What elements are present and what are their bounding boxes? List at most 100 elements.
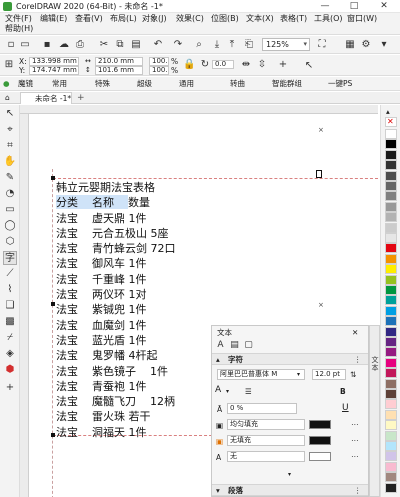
outline-color-swatch[interactable]: [309, 452, 331, 461]
fill-icon[interactable]: ▣: [216, 421, 223, 430]
scale-width-field[interactable]: 100.0: [149, 57, 169, 66]
color-swatch[interactable]: [385, 451, 397, 462]
menu-object[interactable]: 对象(J): [142, 14, 167, 24]
color-swatch[interactable]: [385, 472, 397, 483]
rectangle-tool-icon[interactable]: ▭: [3, 203, 17, 217]
background-fill-icon[interactable]: ▣: [216, 437, 223, 446]
color-swatch[interactable]: [385, 347, 397, 358]
color-swatch[interactable]: [385, 399, 397, 410]
text-line[interactable]: 法宝 元合五极山 5座: [56, 226, 256, 241]
menu-tools[interactable]: 工具(O): [314, 14, 343, 24]
smart-fill-icon[interactable]: ⬢: [3, 363, 17, 377]
color-swatch[interactable]: [385, 368, 397, 379]
color-swatch[interactable]: [385, 274, 397, 285]
color-swatch[interactable]: [385, 389, 397, 399]
menu-layout[interactable]: 布局(L): [110, 14, 137, 24]
add-icon[interactable]: +: [277, 59, 289, 71]
launch-icon[interactable]: ▾: [378, 39, 390, 51]
scale-height-field[interactable]: 100.0: [149, 66, 169, 75]
height-field[interactable]: 101.6 mm: [95, 66, 143, 75]
color-swatch[interactable]: [385, 191, 397, 202]
color-swatch[interactable]: [385, 482, 397, 493]
color-swatch[interactable]: [385, 170, 397, 181]
add-tool-icon[interactable]: +: [3, 381, 17, 395]
fill-type-select[interactable]: 均匀填充: [227, 419, 305, 430]
shape-tool-icon[interactable]: ⌖: [3, 123, 17, 137]
options-icon[interactable]: ⚙: [360, 39, 372, 51]
horizontal-ruler[interactable]: [20, 105, 378, 114]
font-size-stepper-icon[interactable]: ⇅: [350, 370, 356, 379]
menu-file[interactable]: 文件(F): [5, 14, 32, 24]
color-swatch[interactable]: [385, 139, 397, 150]
color-swatch[interactable]: [385, 337, 397, 347]
color-swatch[interactable]: [385, 181, 397, 191]
pdf-icon[interactable]: ⎗: [243, 39, 255, 51]
color-swatch[interactable]: [385, 430, 397, 441]
object-origin-icon[interactable]: ⊞: [3, 59, 15, 71]
copy-icon[interactable]: ⧉: [114, 39, 126, 51]
plugin-common[interactable]: 常用: [52, 79, 67, 89]
paragraph-menu-icon[interactable]: ⋮: [354, 486, 362, 495]
save-icon[interactable]: ▪: [41, 39, 53, 51]
color-swatch[interactable]: [385, 222, 397, 233]
font-style-chevron-icon[interactable]: ▾: [226, 387, 229, 396]
table-header-row[interactable]: 分类 名称 数量: [56, 195, 256, 210]
color-swatch[interactable]: [385, 316, 397, 327]
interactive-fill-icon[interactable]: ◈: [3, 347, 17, 361]
docker-side-tab[interactable]: 文本: [369, 325, 380, 497]
vertical-ruler[interactable]: [20, 114, 29, 497]
color-swatch[interactable]: [385, 357, 397, 368]
color-swatch[interactable]: [385, 201, 397, 212]
color-swatch[interactable]: [385, 305, 397, 316]
undo-icon[interactable]: ↶: [152, 39, 164, 51]
color-swatch[interactable]: [385, 295, 397, 306]
expand-chevron-icon[interactable]: ▾: [288, 470, 291, 479]
color-swatch[interactable]: [385, 461, 397, 472]
frame-icon[interactable]: ▢: [243, 340, 254, 351]
full-screen-icon[interactable]: ⛶: [316, 39, 328, 51]
font-list-icon[interactable]: ☰: [245, 387, 252, 396]
menu-bitmaps[interactable]: 位图(B): [211, 14, 239, 24]
transparency-tool-icon[interactable]: ▩: [3, 315, 17, 329]
text-line[interactable]: 法宝 千重峰 1件: [56, 272, 256, 287]
plugin-general[interactable]: 通用: [179, 79, 194, 89]
text-line[interactable]: 法宝 虚天鼎 1件: [56, 211, 256, 226]
character-section-header[interactable]: ▴ 字符 ⋮: [212, 353, 368, 365]
text-line[interactable]: 法宝 御风车 1件: [56, 256, 256, 271]
docker-close-icon[interactable]: ✕: [352, 328, 358, 337]
crop-tool-icon[interactable]: ⌗: [3, 139, 17, 153]
bold-icon[interactable]: B: [340, 387, 346, 396]
redo-icon[interactable]: ↷: [172, 39, 184, 51]
color-swatch[interactable]: [385, 409, 397, 420]
x-position-field[interactable]: 133.998 mm: [29, 57, 79, 66]
character-icon[interactable]: A: [215, 340, 226, 351]
outline-width-select[interactable]: 无: [227, 451, 305, 462]
home-icon[interactable]: ⌂: [5, 93, 10, 102]
text-line[interactable]: 法宝 青竹蜂云剑 72口: [56, 241, 256, 256]
mirror-vertical-icon[interactable]: ⇳: [256, 59, 268, 71]
plugin-one-click-ps[interactable]: 一键PS: [328, 79, 352, 89]
print-icon[interactable]: ⎙: [74, 39, 86, 51]
polygon-tool-icon[interactable]: ⬡: [3, 235, 17, 249]
text-line[interactable]: 法宝 紫铖兜 1件: [56, 302, 256, 317]
drop-shadow-icon[interactable]: ❑: [3, 299, 17, 313]
width-field[interactable]: 210.0 mm: [95, 57, 143, 66]
table-title[interactable]: 韩立元婴期法宝表格: [56, 180, 256, 195]
color-swatch[interactable]: [385, 129, 397, 139]
mirror-horizontal-icon[interactable]: ⇹: [240, 59, 252, 71]
pan-tool-icon[interactable]: ✋: [3, 155, 17, 169]
cloud-icon[interactable]: ☁: [58, 39, 70, 51]
artistic-media-icon[interactable]: ◔: [3, 187, 17, 201]
ellipse-tool-icon[interactable]: ◯: [3, 219, 17, 233]
font-style-icon[interactable]: A: [215, 386, 221, 395]
paragraph-section-header[interactable]: ▾ 段落 ⋮: [212, 484, 368, 496]
plugin-magic-mirror[interactable]: 魔镜: [18, 79, 33, 89]
outline-icon[interactable]: A: [216, 453, 221, 462]
font-size-field[interactable]: 12.0 pt: [312, 369, 346, 380]
y-position-field[interactable]: 174.747 mm: [29, 66, 79, 75]
minimize-button[interactable]: —: [311, 0, 339, 12]
color-swatch[interactable]: [385, 420, 397, 431]
paste-icon[interactable]: ▤: [130, 39, 142, 51]
background-color-swatch[interactable]: [309, 436, 331, 445]
text-overflow-tab[interactable]: [316, 170, 322, 178]
